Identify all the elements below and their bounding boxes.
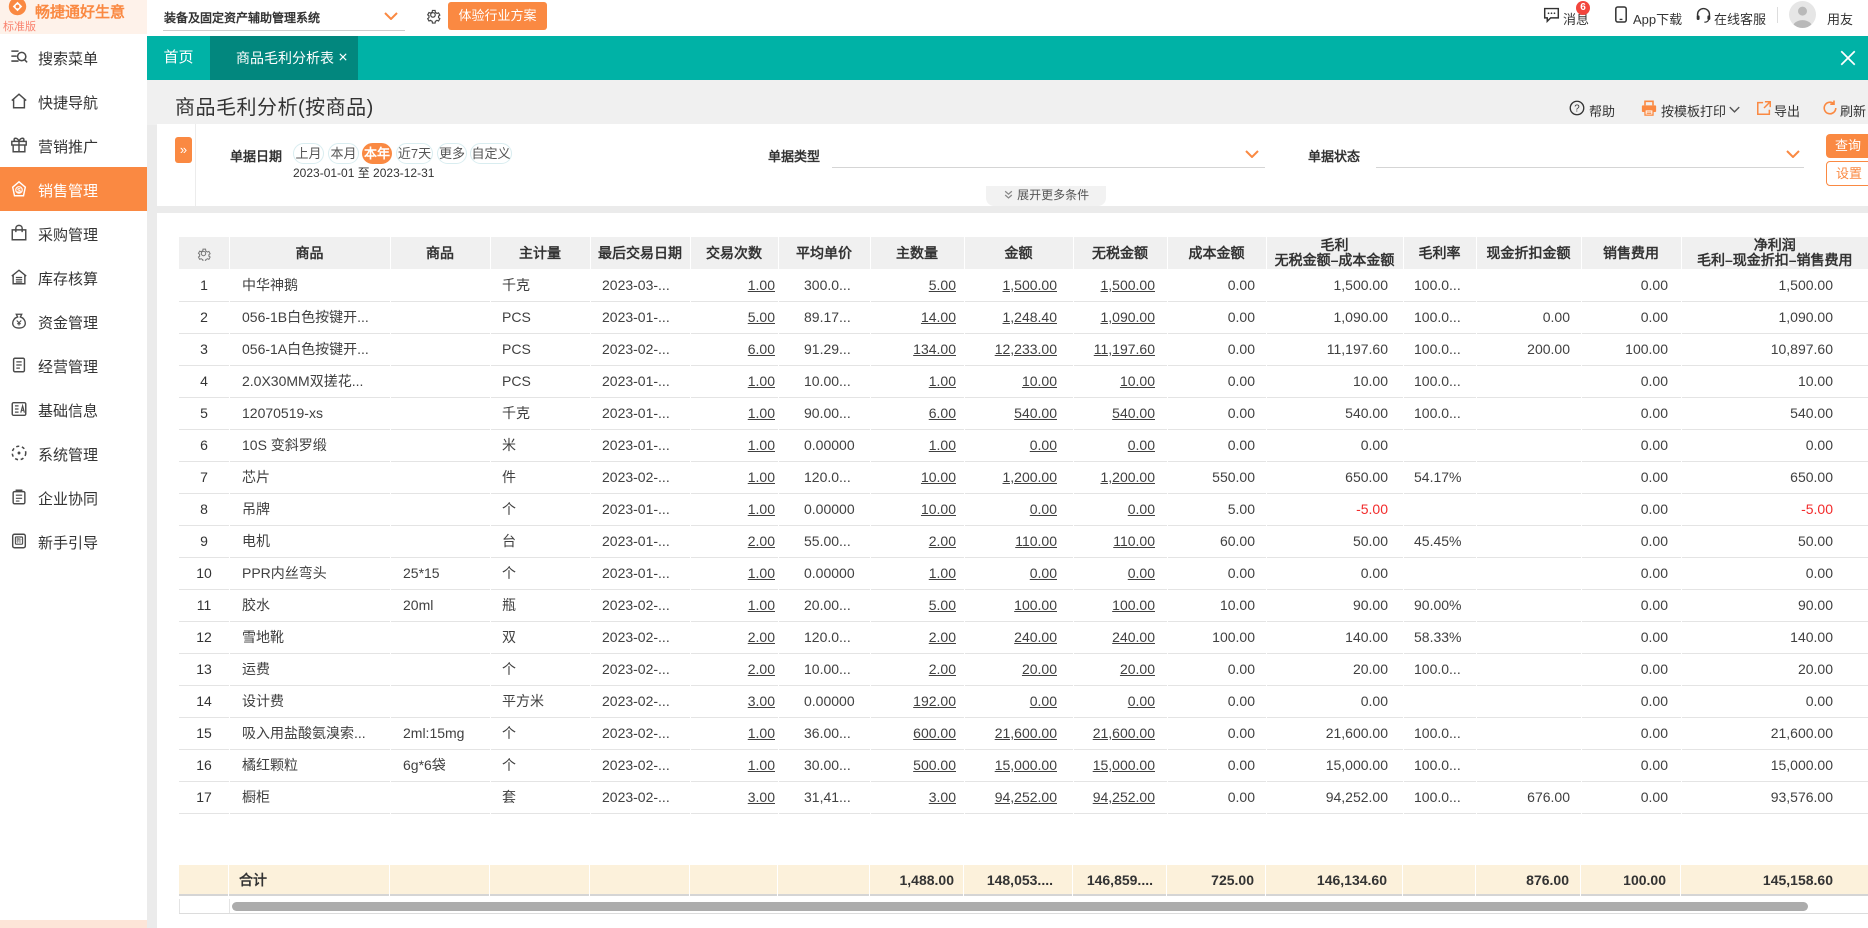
svg-text:?: ? — [1574, 104, 1580, 115]
svg-text:新: 新 — [16, 537, 22, 545]
svg-text:$: $ — [17, 188, 21, 195]
